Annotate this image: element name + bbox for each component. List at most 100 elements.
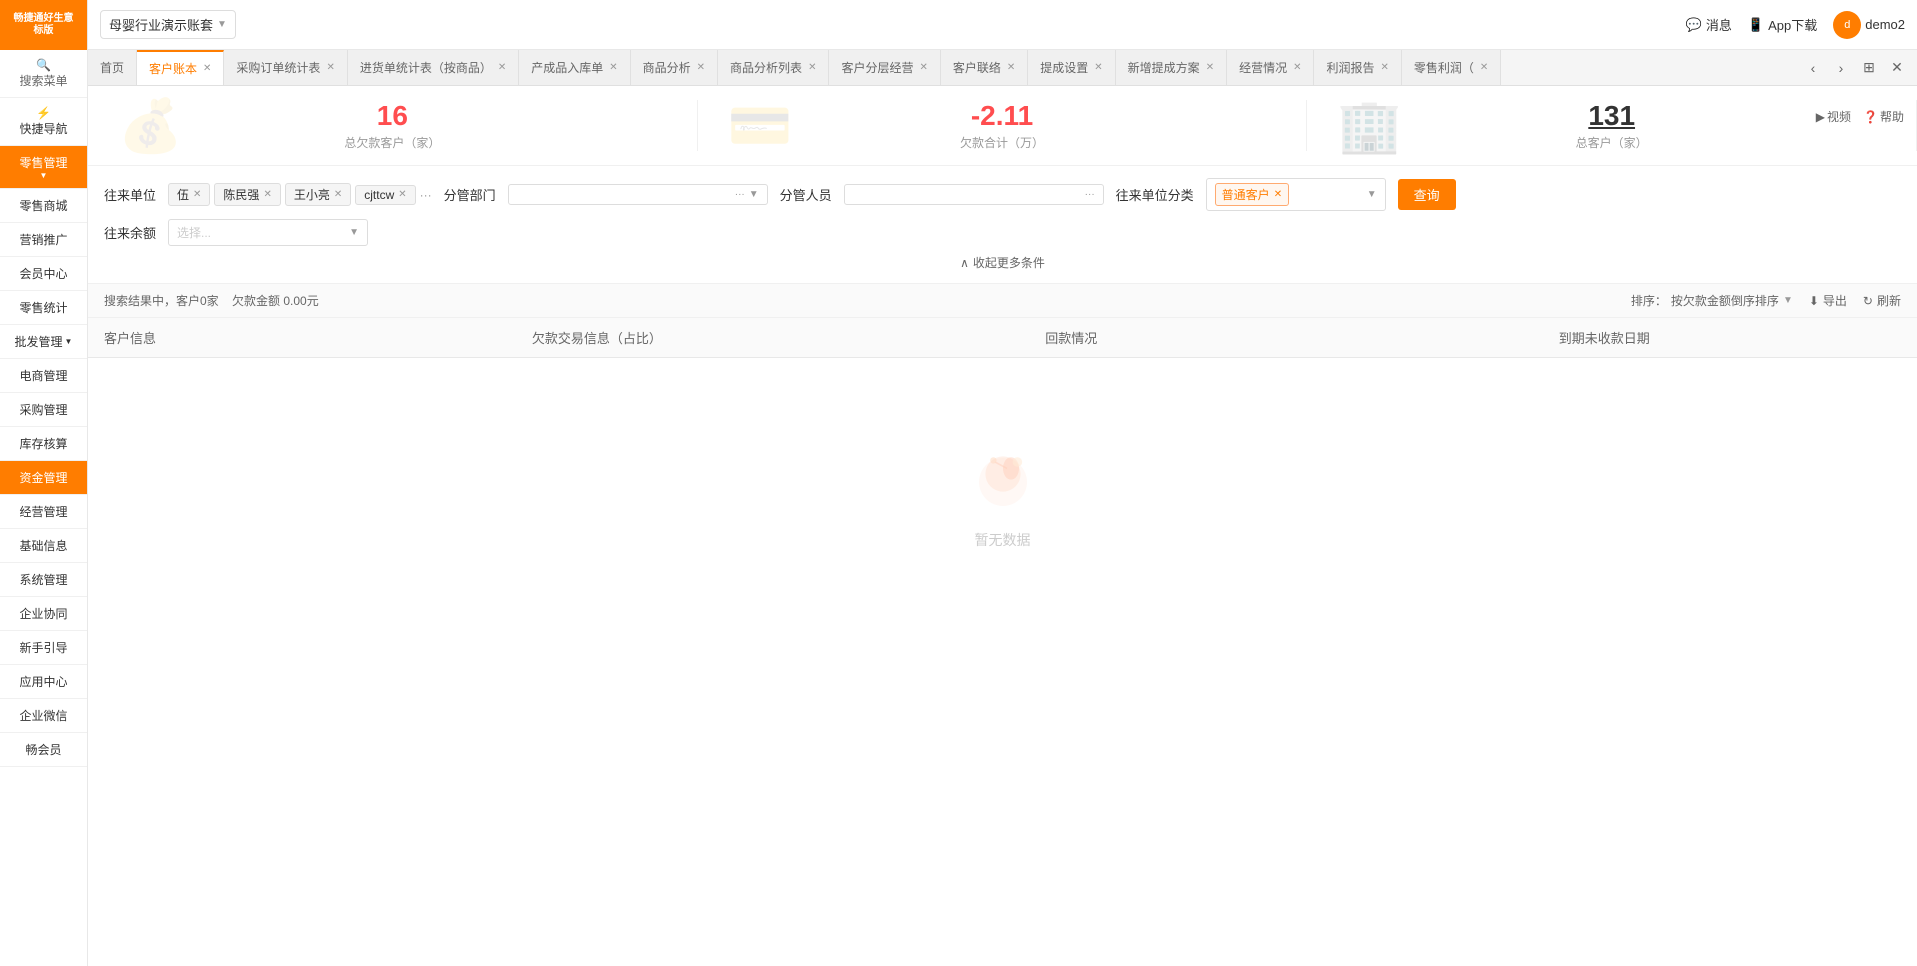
tab-retail-profit[interactable]: 零售利润（ ✕ [1402,50,1501,86]
tab-close-tips-settings[interactable]: ✕ [1094,62,1102,73]
dept-filter-select[interactable]: ··· ▼ [508,184,768,205]
col-header-date: 到期未收款日期 [1559,328,1901,347]
sidebar-item-retail-mgmt[interactable]: 零售管理 ▼ [0,146,87,189]
tab-close-purchase-order[interactable]: ✕ [326,62,334,73]
unit-tag-wang[interactable]: 王小亮 ✕ [285,183,351,206]
export-btn[interactable]: ⬇ 导出 [1809,292,1847,309]
tab-product-analysis-list[interactable]: 商品分析列表 ✕ [718,50,829,86]
help-btn[interactable]: ❓ 帮助 [1863,108,1904,125]
sidebar-item-sys[interactable]: 系统管理 [0,563,87,597]
tab-new-tips[interactable]: 新增提成方案 ✕ [1116,50,1227,86]
tag-wu-close[interactable]: ✕ [193,189,201,200]
message-btn[interactable]: 💬 消息 [1686,15,1732,34]
tab-close-customer-tier[interactable]: ✕ [919,62,927,73]
tab-label-inbound-stats: 进货单统计表（按商品） [360,59,492,76]
sidebar-label-retail-mgmt: 零售管理 [19,154,67,171]
sidebar-item-app[interactable]: 应用中心 [0,665,87,699]
sidebar-item-corp-collab[interactable]: 企业协同 [0,597,87,631]
video-btn[interactable]: ▶ 视频 [1816,108,1851,125]
tab-close-profit-report[interactable]: ✕ [1381,62,1389,73]
app-download-label: App下载 [1768,15,1817,34]
tab-close-product-inbound[interactable]: ✕ [609,62,617,73]
balance-filter-select[interactable]: 选择... ▼ [168,219,368,246]
user-profile[interactable]: d demo2 [1833,11,1905,39]
total-customers-label: 总欠款客户（家） [344,134,440,151]
tab-prev-btn[interactable]: ‹ [1801,56,1825,80]
tab-close-new-tips[interactable]: ✕ [1206,62,1214,73]
sidebar-item-ecommerce[interactable]: 电商管理 [0,359,87,393]
unit-tag-chen[interactable]: 陈民强 ✕ [214,183,280,206]
sidebar-item-ops[interactable]: 经营管理 [0,495,87,529]
filter-row-2: 往来余额 选择... ▼ [104,219,1901,246]
empty-label: 暂无数据 [975,530,1031,550]
tab-close-retail-profit[interactable]: ✕ [1480,62,1488,73]
total-all-value: 131 [1588,100,1635,132]
sidebar-item-retail-mall[interactable]: 零售商城 [0,189,87,223]
tab-close-inbound-stats[interactable]: ✕ [498,62,506,73]
sort-value: 按欠款金额倒序排序 [1671,292,1779,309]
tab-expand-btn[interactable]: ⊞ [1857,56,1881,80]
tab-customer-contact[interactable]: 客户联络 ✕ [941,50,1028,86]
search-result-text: 搜索结果中，客户0家 欠款金额 0.00元 [104,292,319,309]
tab-label-tips-settings: 提成设置 [1040,59,1088,76]
tab-purchase-order[interactable]: 采购订单统计表 ✕ [224,50,347,86]
stat-actions: ▶ 视频 ❓ 帮助 [1816,108,1904,125]
unit-tag-wu[interactable]: 伍 ✕ [168,183,210,206]
account-name: 母婴行业演示账套 [109,15,213,34]
tab-inbound-stats[interactable]: 进货单统计表（按商品） ✕ [348,50,519,86]
tab-next-btn[interactable]: › [1829,56,1853,80]
sidebar-item-fund[interactable]: 资金管理 [0,461,87,495]
sidebar-label-vip: 畅会员 [0,741,87,758]
refresh-btn[interactable]: ↻ 刷新 [1863,292,1901,309]
person-filter-select[interactable]: ··· [844,184,1104,205]
filter-more-btn[interactable]: ··· [420,188,432,202]
tab-close-business-status[interactable]: ✕ [1293,62,1301,73]
unit-type-select[interactable]: 普通客户 ✕ ▼ [1206,178,1386,211]
tag-wang-close[interactable]: ✕ [334,189,342,200]
unit-type-tag-close[interactable]: ✕ [1274,189,1282,200]
tab-customer-book[interactable]: 客户账本 ✕ [137,50,224,86]
sidebar-item-wholesale[interactable]: 批发管理 ▼ [0,325,87,359]
col-label-debt: 欠款交易信息（占比） [532,331,662,346]
tab-close-product-analysis[interactable]: ✕ [697,62,705,73]
tab-label-customer-book: 客户账本 [149,60,197,77]
tab-customer-tier[interactable]: 客户分层经营 ✕ [829,50,940,86]
collapse-btn[interactable]: ∧ 收起更多条件 [104,254,1901,271]
sidebar-label-corp-wechat: 企业微信 [0,707,87,724]
unit-type-tag[interactable]: 普通客户 ✕ [1215,183,1289,206]
tab-close-all-btn[interactable]: ✕ [1885,56,1909,80]
tab-label-customer-tier: 客户分层经营 [841,59,913,76]
sidebar-item-inventory[interactable]: 库存核算 [0,427,87,461]
tab-close-product-analysis-list[interactable]: ✕ [808,62,816,73]
tab-business-status[interactable]: 经营情况 ✕ [1227,50,1314,86]
sidebar-item-search[interactable]: 🔍 搜索菜单 [0,50,87,98]
tab-close-customer-contact[interactable]: ✕ [1007,62,1015,73]
tab-close-customer-book[interactable]: ✕ [203,63,211,74]
unit-tag-cj[interactable]: cjttcw ✕ [355,185,415,205]
sidebar-item-member[interactable]: 会员中心 [0,257,87,291]
tab-tips-settings[interactable]: 提成设置 ✕ [1028,50,1115,86]
sidebar-item-beginner[interactable]: 新手引导 [0,631,87,665]
sidebar-item-vip[interactable]: 畅会员 [0,733,87,767]
sidebar-item-purchase[interactable]: 采购管理 [0,393,87,427]
wholesale-arrow-icon: ▼ [65,337,73,346]
customers-bg-icon: 💰 [118,95,183,156]
sidebar-item-basic[interactable]: 基础信息 [0,529,87,563]
sidebar-label-sys: 系统管理 [0,571,87,588]
tag-cj-close[interactable]: ✕ [398,189,406,200]
tab-profit-report[interactable]: 利润报告 ✕ [1314,50,1401,86]
sidebar-item-quick-nav[interactable]: ⚡ 快捷导航 [0,98,87,146]
sidebar-item-retail-stats[interactable]: 零售统计 [0,291,87,325]
sidebar-item-marketing[interactable]: 营销推广 [0,223,87,257]
tag-chen-close[interactable]: ✕ [263,189,271,200]
sort-select[interactable]: 排序： 按欠款金额倒序排序 ▼ [1631,292,1793,309]
account-selector[interactable]: 母婴行业演示账套 ▼ [100,10,236,39]
query-btn[interactable]: 查询 [1398,179,1456,210]
tab-product-analysis[interactable]: 商品分析 ✕ [631,50,718,86]
sidebar-item-corp-wechat[interactable]: 企业微信 [0,699,87,733]
balance-chevron: ▼ [349,227,359,238]
tab-product-inbound[interactable]: 产成品入库单 ✕ [519,50,630,86]
balance-placeholder: 选择... [177,224,211,241]
tab-home[interactable]: 首页 [88,50,137,86]
app-download-btn[interactable]: 📱 App下载 [1748,15,1817,34]
